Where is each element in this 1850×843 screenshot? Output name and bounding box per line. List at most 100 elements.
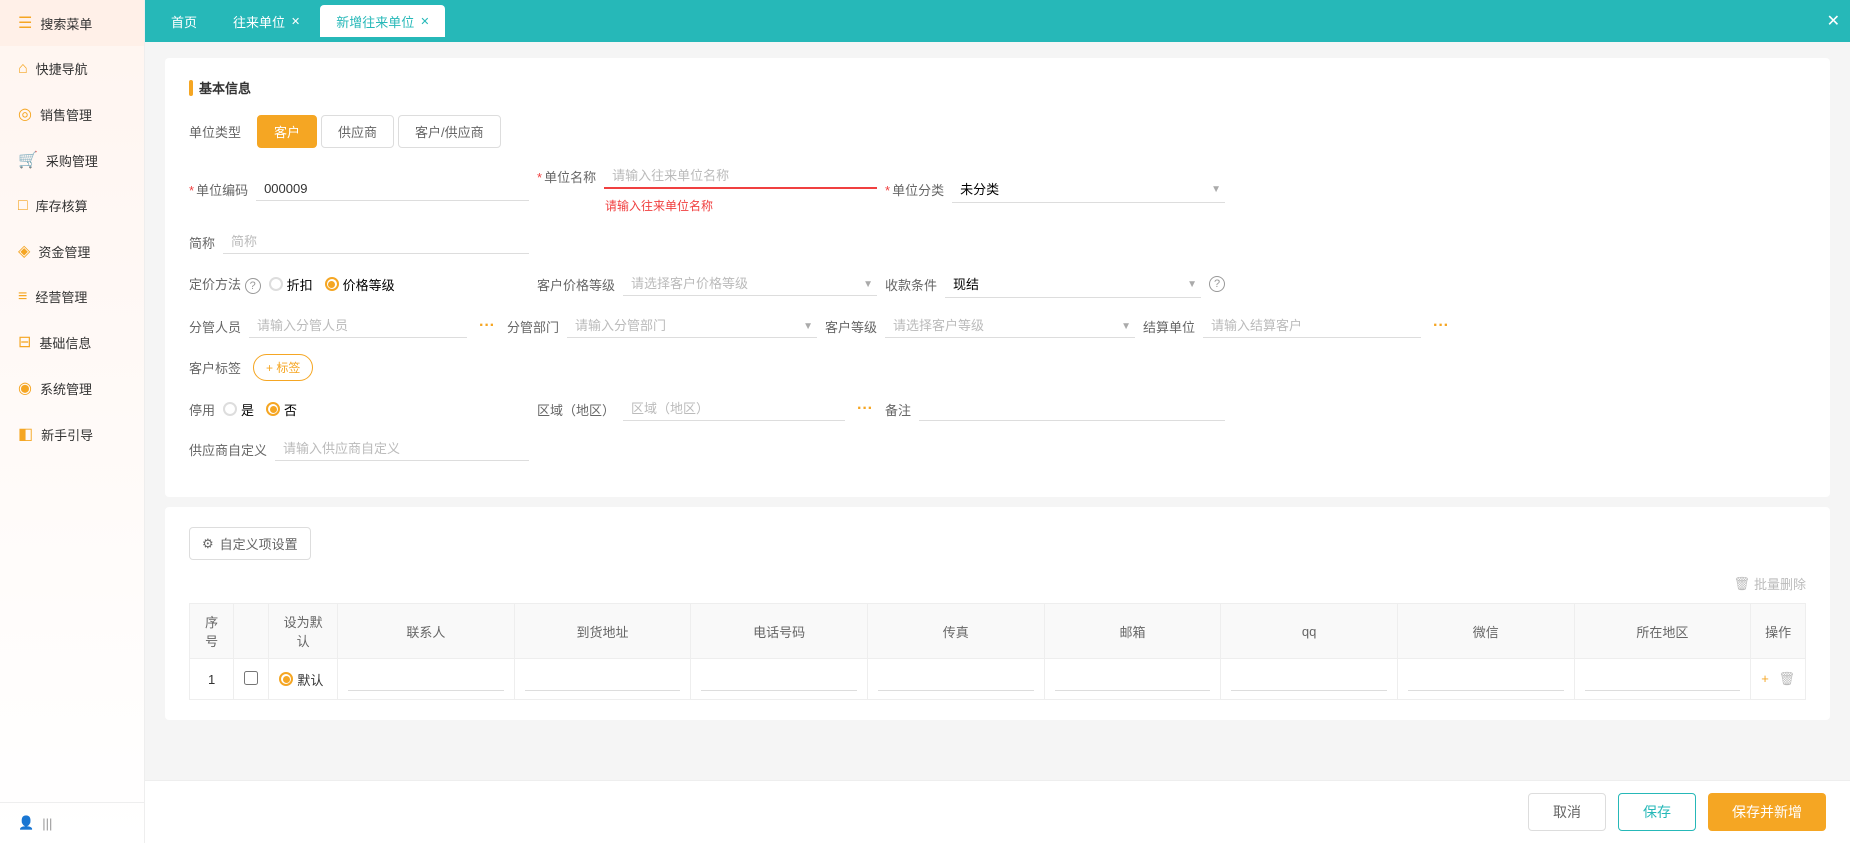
pricing-method-group: 定价方法 ? 折扣 价格等级	[189, 274, 529, 294]
col-operation: 操作	[1751, 604, 1806, 659]
supplier-custom-row: 供应商自定义	[189, 437, 1806, 461]
sidebar-item-label: 经营管理	[35, 287, 87, 306]
col-email: 邮箱	[1044, 604, 1221, 659]
menu-icon: |||	[42, 816, 52, 831]
row-operation[interactable]: + 🗑	[1751, 659, 1806, 700]
row-region[interactable]	[1574, 659, 1751, 700]
sidebar-item-label: 搜索菜单	[40, 14, 92, 33]
short-name-input[interactable]	[223, 230, 529, 254]
delete-row-button[interactable]: 🗑	[1778, 671, 1795, 686]
phone-input[interactable]	[701, 667, 857, 691]
purchase-icon: 🛒	[18, 150, 38, 170]
close-all-tabs-button[interactable]: ✕	[1827, 11, 1840, 31]
sidebar-item-label: 快捷导航	[36, 59, 88, 78]
row-phone[interactable]	[691, 659, 868, 700]
short-name-group: 简称	[189, 230, 529, 254]
pricing-help-icon[interactable]: ?	[245, 278, 261, 294]
fax-input[interactable]	[878, 667, 1034, 691]
sidebar-item-guide[interactable]: ◧ 新手引导	[0, 411, 144, 457]
cancel-button[interactable]: 取消	[1528, 793, 1606, 831]
department-input[interactable]	[567, 314, 817, 338]
save-and-new-button[interactable]: 保存并新增	[1708, 793, 1826, 831]
settlement-more-button[interactable]: ···	[1429, 317, 1453, 335]
type-btn-supplier[interactable]: 供应商	[321, 115, 394, 148]
customer-tag-row: 客户标签 + 标签	[189, 354, 1806, 381]
address-input[interactable]	[525, 667, 681, 691]
row-email[interactable]	[1044, 659, 1221, 700]
row-default[interactable]: 默认	[269, 659, 338, 700]
sidebar-item-purchase[interactable]: 🛒 采购管理	[0, 137, 144, 183]
customer-price-level-input[interactable]	[623, 272, 877, 296]
customer-level-group: 客户等级 ▼	[825, 314, 1135, 338]
unit-category-label: *单位分类	[885, 180, 944, 199]
unit-name-group: *单位名称 请输入往来单位名称	[537, 164, 877, 214]
customer-price-level-select-wrapper[interactable]: ▼	[623, 272, 877, 296]
disabled-radio-yes[interactable]: 是	[223, 400, 254, 419]
disabled-radio-group: 是 否	[223, 400, 297, 419]
sidebar-item-finance[interactable]: ◈ 资金管理	[0, 228, 144, 274]
region-more-button[interactable]: ···	[853, 400, 877, 418]
row-contact[interactable]	[338, 659, 515, 700]
sidebar-item-basic-info[interactable]: ⊟ 基础信息	[0, 319, 144, 365]
batch-delete-button[interactable]: 🗑 批量删除	[1733, 574, 1806, 593]
unit-name-input[interactable]	[604, 164, 877, 189]
region-input[interactable]	[623, 397, 845, 421]
row-check[interactable]	[234, 659, 269, 700]
payment-help-icon[interactable]: ?	[1209, 276, 1225, 292]
save-button[interactable]: 保存	[1618, 793, 1696, 831]
close-tab-counterparty[interactable]: ✕	[291, 15, 300, 28]
tab-new-counterparty[interactable]: 新增往来单位 ✕	[320, 5, 445, 37]
row-wechat[interactable]	[1397, 659, 1574, 700]
customer-level-label: 客户等级	[825, 317, 877, 336]
manager-input[interactable]	[249, 314, 467, 338]
payment-condition-group: 收款条件 现结 ▼ ?	[885, 270, 1225, 298]
sidebar-item-operations[interactable]: ≡ 经营管理	[0, 274, 144, 319]
row-fax[interactable]	[867, 659, 1044, 700]
pricing-radio-price-level[interactable]: 价格等级	[325, 275, 395, 294]
settings-icon: ⚙	[202, 536, 214, 552]
department-select-wrapper[interactable]: ▼	[567, 314, 817, 338]
wechat-input[interactable]	[1408, 667, 1564, 691]
supplier-custom-input[interactable]	[275, 437, 529, 461]
tab-counterparty[interactable]: 往来单位 ✕	[217, 5, 316, 37]
customer-price-level-group: 客户价格等级 ▼	[537, 272, 877, 296]
row-checkbox[interactable]	[244, 671, 258, 685]
email-input[interactable]	[1055, 667, 1211, 691]
payment-condition-select-wrapper[interactable]: 现结 ▼	[945, 270, 1201, 298]
settlement-unit-input[interactable]	[1203, 314, 1421, 338]
sidebar-item-system[interactable]: ◉ 系统管理	[0, 365, 144, 411]
type-btn-customer[interactable]: 客户	[257, 115, 317, 148]
unit-code-group: *单位编码	[189, 177, 529, 201]
customer-level-select-wrapper[interactable]: ▼	[885, 314, 1135, 338]
sidebar-item-quick-nav[interactable]: ⌂ 快捷导航	[0, 46, 144, 91]
manager-row: 分管人员 ··· 分管部门 ▼ 客户等级 ▼	[189, 314, 1806, 338]
qq-input[interactable]	[1231, 667, 1387, 691]
row-address[interactable]	[514, 659, 691, 700]
manager-more-button[interactable]: ···	[475, 317, 499, 335]
unit-code-input[interactable]	[256, 177, 529, 201]
pricing-method-label: 定价方法 ?	[189, 274, 261, 294]
remark-input[interactable]	[919, 397, 1225, 421]
sidebar-item-search[interactable]: ☰ 搜索菜单	[0, 0, 144, 46]
home-icon: ⌂	[18, 60, 28, 78]
contact-input[interactable]	[348, 667, 504, 691]
region-table-input[interactable]	[1585, 667, 1741, 691]
pricing-radio-discount[interactable]: 折扣	[269, 275, 313, 294]
sidebar-item-sales[interactable]: ◎ 销售管理	[0, 91, 144, 137]
table-header-row: 序号 设为默认 联系人 到货地址 电话号码 传真 邮箱 qq 微信 所在地区 操…	[190, 604, 1806, 659]
type-btn-both[interactable]: 客户/供应商	[398, 115, 501, 148]
add-row-button[interactable]: +	[1761, 671, 1769, 686]
col-contact: 联系人	[338, 604, 515, 659]
tab-home[interactable]: 首页	[155, 5, 213, 37]
add-tag-button[interactable]: + 标签	[253, 354, 313, 381]
close-tab-new-counterparty[interactable]: ✕	[420, 15, 429, 28]
customer-level-input[interactable]	[885, 314, 1135, 338]
default-radio-item[interactable]: 默认	[279, 670, 327, 689]
disabled-radio-no[interactable]: 否	[266, 400, 297, 419]
sidebar-item-inventory[interactable]: □ 库存核算	[0, 183, 144, 228]
unit-name-label: *单位名称	[537, 167, 596, 186]
col-region: 所在地区	[1574, 604, 1751, 659]
unit-type-buttons: 客户 供应商 客户/供应商	[257, 115, 501, 148]
row-qq[interactable]	[1221, 659, 1398, 700]
custom-settings-button[interactable]: ⚙ 自定义项设置	[189, 527, 311, 560]
